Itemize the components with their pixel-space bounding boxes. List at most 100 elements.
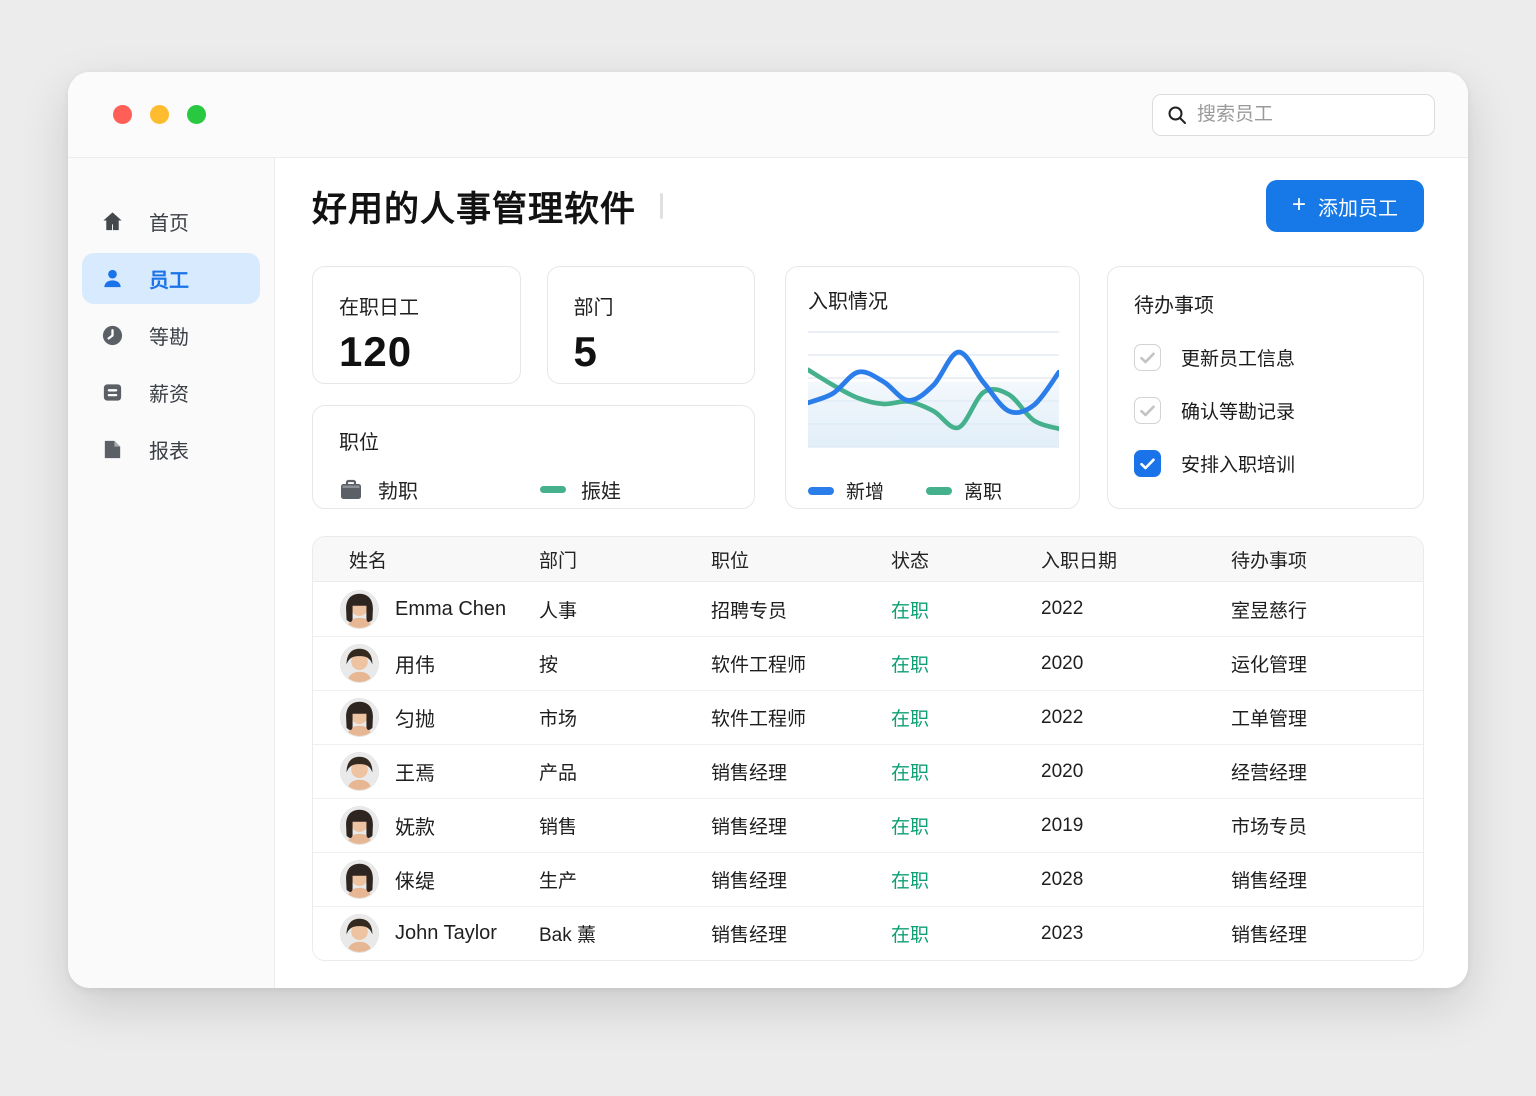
blue-dash-icon (808, 486, 834, 495)
stat-card-departments: 部门 5 (546, 266, 755, 384)
chart-legend: 新增 离职 (808, 477, 1057, 504)
green-dash-icon (540, 486, 566, 493)
checkbox-unchecked[interactable] (1134, 397, 1161, 424)
status-badge: 在职 (891, 600, 930, 622)
legend-label: 离职 (964, 482, 1003, 503)
sidebar-item-attendance[interactable]: 等勘 (82, 310, 260, 361)
todo-item-2[interactable]: 确认等勘记录 (1134, 397, 1397, 424)
todo-card: 待办事项 更新员工信息 确认等勘记录 安排入职培训 (1107, 266, 1424, 509)
plus-icon: + (1291, 191, 1306, 218)
checkbox-checked[interactable] (1134, 450, 1161, 477)
employee-todo: 销售经理 (1231, 871, 1308, 892)
employee-position: 软件工程师 (711, 655, 807, 676)
avatar (341, 807, 378, 844)
employee-table: 姓名 部门 职位 状态 入职日期 待办事项 Emma Chen 人事 招聘专员 … (312, 536, 1424, 961)
legend-item-departures: 离职 (926, 477, 1002, 504)
sidebar-item-label: 薪资 (149, 384, 189, 406)
employee-name: 匀抛 (395, 709, 435, 731)
employee-hire-date: 2028 (1041, 868, 1084, 890)
positions-card-title: 职位 (339, 432, 379, 454)
clock-icon (100, 324, 124, 348)
search-input[interactable] (1197, 103, 1420, 126)
table-header-row: 姓名 部门 职位 状态 入职日期 待办事项 (313, 537, 1423, 582)
employee-hire-date: 2022 (1041, 598, 1084, 619)
titlebar (68, 72, 1468, 158)
avatar (341, 753, 378, 790)
table-row[interactable]: 妩款 销售 销售经理 在职 2019 市场专员 (313, 798, 1423, 852)
sidebar-item-label: 等勘 (149, 327, 189, 349)
column-header-hire-date: 入职日期 (1041, 550, 1118, 572)
chart-title: 入职情况 (808, 291, 888, 313)
report-file-icon (100, 438, 124, 462)
employee-department: 销售 (539, 817, 578, 838)
employee-department: 市场 (539, 709, 578, 730)
main-content: 好用的人事管理软件 + 添加员工 在职日工 120 部门 5 职位 勃职 振娃 … (275, 158, 1468, 988)
maximize-window-button[interactable] (187, 105, 206, 124)
minimize-window-button[interactable] (150, 105, 169, 124)
employee-search-box[interactable] (1152, 93, 1435, 136)
sidebar-item-employees[interactable]: 员工 (82, 253, 260, 304)
employee-todo: 销售经理 (1231, 925, 1308, 946)
title-caret (660, 193, 664, 219)
stat-label: 在职日工 (339, 297, 419, 319)
todo-label: 确认等勘记录 (1181, 402, 1296, 423)
employee-hire-date: 2020 (1041, 760, 1084, 782)
sidebar-item-payroll[interactable]: 薪资 (82, 367, 260, 418)
position-item-1[interactable]: 勃职 (339, 475, 418, 504)
green-dash-icon (926, 486, 953, 495)
employee-name: Emma Chen (395, 597, 507, 620)
sidebar-item-home[interactable]: 首页 (82, 196, 260, 247)
table-row[interactable]: 俫缇 生产 销售经理 在职 2028 销售经理 (313, 852, 1423, 906)
close-window-button[interactable] (113, 105, 132, 124)
employee-department: Bak 薰 (539, 925, 597, 946)
todo-item-1[interactable]: 更新员工信息 (1134, 344, 1397, 371)
position-item-label: 勃职 (378, 481, 418, 503)
todo-item-3[interactable]: 安排入职培训 (1134, 450, 1397, 477)
employee-todo: 经营经理 (1231, 763, 1308, 784)
employee-todo: 室昱慈行 (1231, 600, 1308, 622)
table-row[interactable]: 王焉 产品 销售经理 在职 2020 经营经理 (313, 744, 1423, 798)
checkbox-unchecked[interactable] (1134, 344, 1161, 371)
person-icon (100, 267, 124, 291)
position-item-2[interactable]: 振娃 (540, 475, 621, 504)
employee-hire-date: 2022 (1041, 706, 1084, 728)
avatar (341, 699, 378, 736)
stat-value: 120 (339, 328, 413, 375)
sidebar-item-label: 报表 (149, 441, 189, 463)
column-header-status: 状态 (891, 550, 930, 572)
todo-label: 更新员工信息 (1181, 349, 1296, 370)
table-row[interactable]: 匀抛 市场 软件工程师 在职 2022 工单管理 (313, 690, 1423, 744)
employee-name: 妩款 (395, 817, 435, 839)
position-item-label: 振娃 (581, 481, 621, 503)
sidebar-item-reports[interactable]: 报表 (82, 424, 260, 475)
status-badge: 在职 (891, 817, 930, 838)
todo-card-title: 待办事项 (1134, 295, 1214, 317)
briefcase-icon (339, 479, 363, 501)
status-badge: 在职 (891, 871, 930, 892)
avatar (341, 861, 378, 898)
onboarding-chart-card: 入职情况 新增 离职 (785, 266, 1080, 509)
column-header-name: 姓名 (349, 550, 388, 572)
employee-todo: 运化管理 (1231, 655, 1308, 676)
status-badge: 在职 (891, 925, 930, 946)
employee-position: 软件工程师 (711, 709, 807, 730)
status-badge: 在职 (891, 709, 930, 730)
add-employee-button-label: 添加员工 (1318, 197, 1398, 220)
employee-hire-date: 2023 (1041, 922, 1084, 944)
table-row[interactable]: John Taylor Bak 薰 销售经理 在职 2023 销售经理 (313, 906, 1423, 960)
employee-department: 产品 (539, 763, 578, 784)
status-badge: 在职 (891, 655, 930, 676)
search-icon (1167, 105, 1187, 125)
sidebar-item-label: 首页 (149, 213, 189, 235)
table-row[interactable]: 用伟 按 软件工程师 在职 2020 运化管理 (313, 636, 1423, 690)
employee-hire-date: 2019 (1041, 814, 1084, 836)
stat-card-active-employees: 在职日工 120 (312, 266, 521, 384)
column-header-position: 职位 (711, 550, 750, 572)
page-title: 好用的人事管理软件 (312, 189, 637, 229)
table-row[interactable]: Emma Chen 人事 招聘专员 在职 2022 室昱慈行 (313, 582, 1423, 636)
add-employee-button[interactable]: + 添加员工 (1265, 180, 1424, 232)
sidebar: 首页 员工 等勘 薪资 报表 (68, 158, 275, 988)
legend-label: 新增 (846, 482, 885, 503)
avatar (341, 915, 378, 952)
avatar (341, 590, 378, 628)
